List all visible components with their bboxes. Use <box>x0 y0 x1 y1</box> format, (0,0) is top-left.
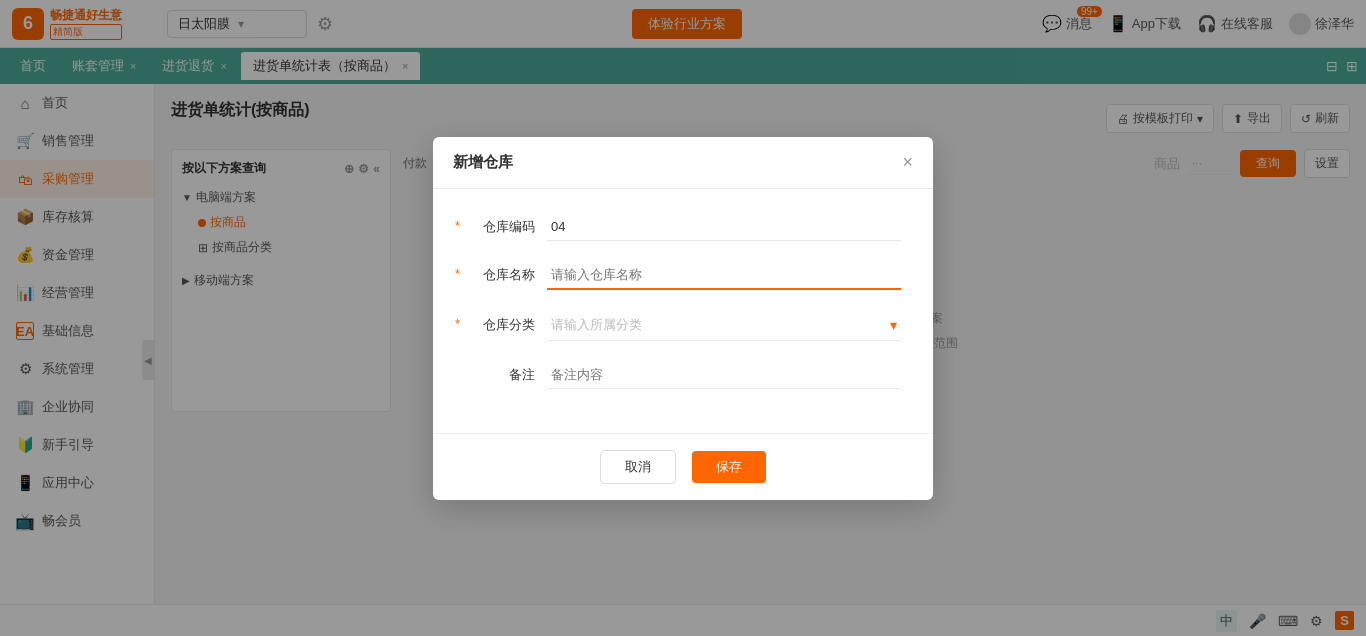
form-row-name: 仓库名称 <box>465 261 901 290</box>
form-row-category: 仓库分类 请输入所属分类 ▾ <box>465 310 901 341</box>
cancel-button[interactable]: 取消 <box>600 450 676 484</box>
label-warehouse-code: 仓库编码 <box>465 218 535 236</box>
label-warehouse-category: 仓库分类 <box>465 316 535 334</box>
save-button[interactable]: 保存 <box>692 451 766 483</box>
modal-footer: 取消 保存 <box>433 433 933 500</box>
modal-close-button[interactable]: × <box>902 153 913 171</box>
input-note[interactable] <box>547 361 901 389</box>
modal-overlay: 新增仓库 × 仓库编码 仓库名称 仓库分类 请输入所属分类 ▾ <box>0 0 1366 636</box>
label-warehouse-name: 仓库名称 <box>465 266 535 284</box>
select-warehouse-category[interactable]: 请输入所属分类 ▾ <box>547 310 901 341</box>
form-row-note: 备注 <box>465 361 901 389</box>
label-note: 备注 <box>465 366 535 384</box>
form-row-code: 仓库编码 <box>465 213 901 241</box>
input-warehouse-name[interactable] <box>547 261 901 290</box>
modal-body: 仓库编码 仓库名称 仓库分类 请输入所属分类 ▾ 备注 <box>433 189 933 433</box>
modal-title: 新增仓库 <box>453 153 513 172</box>
input-warehouse-code[interactable] <box>547 213 901 241</box>
modal-new-warehouse: 新增仓库 × 仓库编码 仓库名称 仓库分类 请输入所属分类 ▾ <box>433 137 933 500</box>
category-arrow-icon: ▾ <box>890 317 897 333</box>
modal-header: 新增仓库 × <box>433 137 933 189</box>
category-placeholder: 请输入所属分类 <box>551 316 890 334</box>
